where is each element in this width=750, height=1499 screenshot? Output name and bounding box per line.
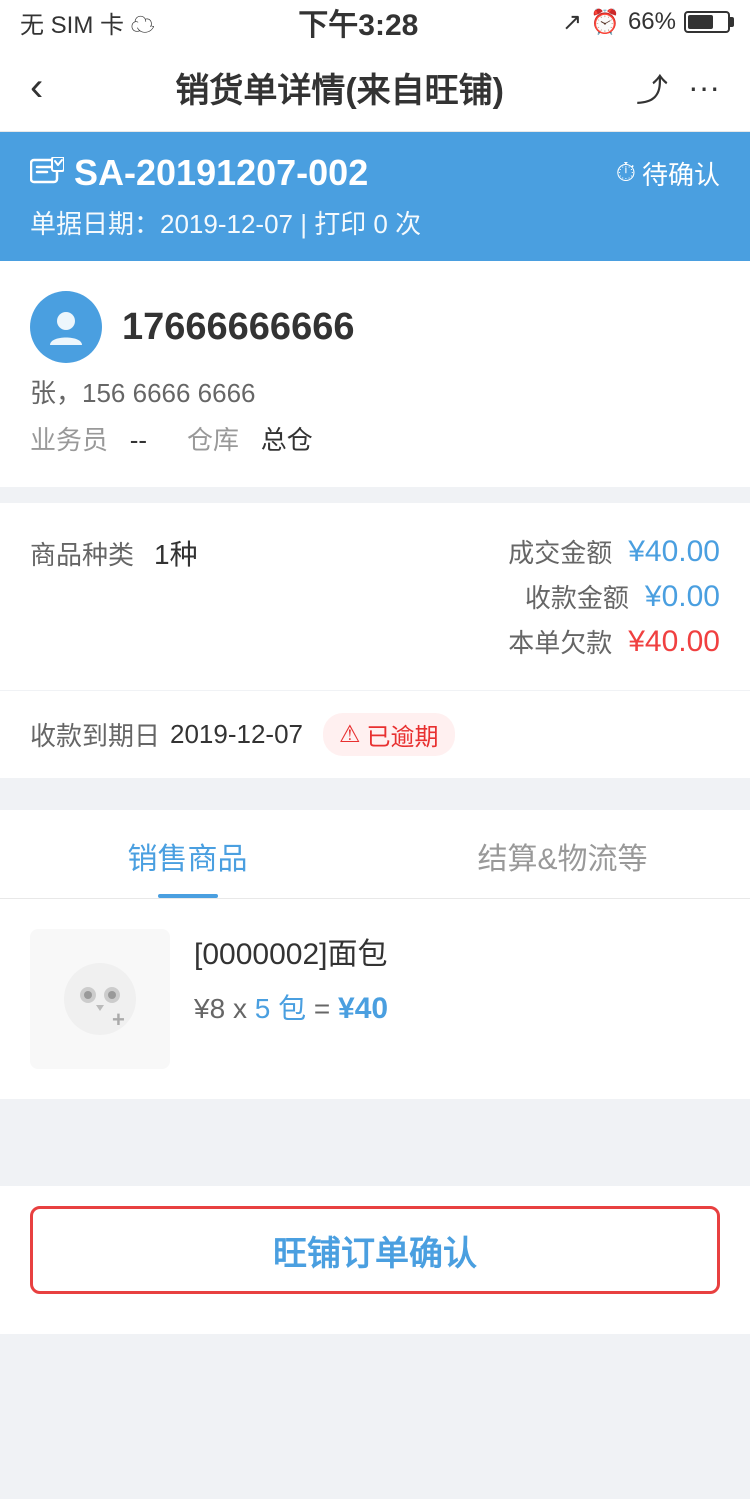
customer-section: 17666666666 张，156 6666 6666 业务员 -- 仓库 总仓	[0, 261, 750, 487]
order-status: ⏱ 待确认	[616, 155, 720, 192]
quantity: 5	[255, 993, 271, 1024]
warehouse-value: 总仓	[261, 425, 313, 455]
share-icon[interactable]: ⤴	[636, 65, 668, 111]
customer-meta: 业务员 -- 仓库 总仓	[30, 420, 720, 457]
alarm-icon: ⏰	[590, 8, 620, 37]
more-icon[interactable]: ···	[688, 69, 720, 106]
order-status-text: 待确认	[642, 155, 720, 192]
summary-section: 商品种类 1种 成交金额 ¥40.00 收款金额 ¥0.00 本单欠款 ¥40.…	[0, 503, 750, 690]
warehouse-label: 仓库	[187, 425, 239, 455]
status-time: 下午3:28	[298, 0, 418, 44]
tabs-row: 销售商品 结算&物流等	[0, 810, 750, 899]
equals-sign: =	[314, 993, 338, 1024]
summary-amounts: 成交金额 ¥40.00 收款金额 ¥0.00 本单欠款 ¥40.00	[508, 533, 720, 660]
tabs-section: 销售商品 结算&物流等 +	[0, 810, 750, 1099]
total-price: ¥40	[338, 992, 388, 1025]
status-bar: 无 SIM 卡 ☁ 下午3:28 ↗ ⏰ 66%	[0, 0, 750, 44]
payment-value: ¥0.00	[645, 580, 720, 614]
product-name: [0000002]面包	[194, 929, 720, 973]
sim-status: 无 SIM 卡 ☁	[20, 5, 155, 40]
tab-sales-products[interactable]: 销售商品	[0, 810, 375, 898]
divider-1	[0, 487, 750, 503]
multiply-sign: x	[233, 993, 255, 1024]
due-label: 收款到期日	[30, 716, 160, 753]
back-button[interactable]: ‹	[30, 65, 43, 110]
clock-icon: ⏱	[616, 157, 636, 189]
order-id-text: SA-20191207-002	[74, 152, 368, 194]
salesperson-label: 业务员	[30, 425, 108, 455]
order-header-band: SA-20191207-002 ⏱ 待确认 单据日期：2019-12-07 | …	[0, 132, 750, 261]
product-kind-label: 商品种类	[30, 535, 134, 572]
amount-label: 成交金额	[508, 533, 612, 570]
warning-icon: ⚠	[339, 720, 361, 749]
nav-bar: ‹ 销货单详情(来自旺铺) ⤴ ···	[0, 44, 750, 132]
product-kind-value: 1种	[154, 533, 198, 573]
svg-text:+: +	[112, 1007, 125, 1032]
customer-phone: 17666666666	[122, 306, 354, 349]
battery-icon	[684, 11, 730, 33]
product-details: [0000002]面包 ¥8 x 5 包 = ¥40	[194, 929, 720, 1027]
tab-settlement-logistics[interactable]: 结算&物流等	[375, 810, 750, 898]
overdue-badge: ⚠ 已逾期	[323, 713, 455, 756]
avatar	[30, 291, 102, 363]
payment-label: 收款金额	[525, 578, 629, 615]
status-left: 无 SIM 卡 ☁	[20, 5, 155, 40]
battery-percentage: 66%	[628, 8, 676, 36]
due-date-section: 收款到期日 2019-12-07 ⚠ 已逾期	[0, 690, 750, 778]
due-date: 2019-12-07	[170, 719, 303, 750]
status-right: ↗ ⏰ 66%	[562, 8, 730, 37]
navigation-icon: ↗	[562, 8, 582, 37]
product-item: + [0000002]面包 ¥8 x 5 包 = ¥40	[0, 899, 750, 1099]
order-id: SA-20191207-002	[30, 152, 368, 194]
nav-actions: ⤴ ···	[636, 65, 720, 111]
order-icon	[30, 152, 64, 194]
amount-value: ¥40.00	[628, 535, 720, 569]
customer-info: 张，156 6666 6666	[30, 373, 720, 410]
product-price-row: ¥8 x 5 包 = ¥40	[194, 987, 720, 1027]
order-date: 单据日期：2019-12-07 | 打印 0 次	[30, 204, 720, 241]
owed-label: 本单欠款	[508, 623, 612, 660]
confirm-button-container: 旺铺订单确认	[0, 1186, 750, 1334]
unit: 包	[278, 993, 306, 1024]
owed-value: ¥40.00	[628, 625, 720, 659]
page-title: 销货单详情(来自旺铺)	[175, 63, 504, 112]
salesperson-value: --	[130, 425, 147, 455]
divider-2	[0, 778, 750, 794]
overdue-text: 已逾期	[367, 717, 439, 752]
confirm-order-button[interactable]: 旺铺订单确认	[30, 1206, 720, 1294]
unit-price: ¥8	[194, 993, 225, 1024]
product-thumbnail: +	[30, 929, 170, 1069]
